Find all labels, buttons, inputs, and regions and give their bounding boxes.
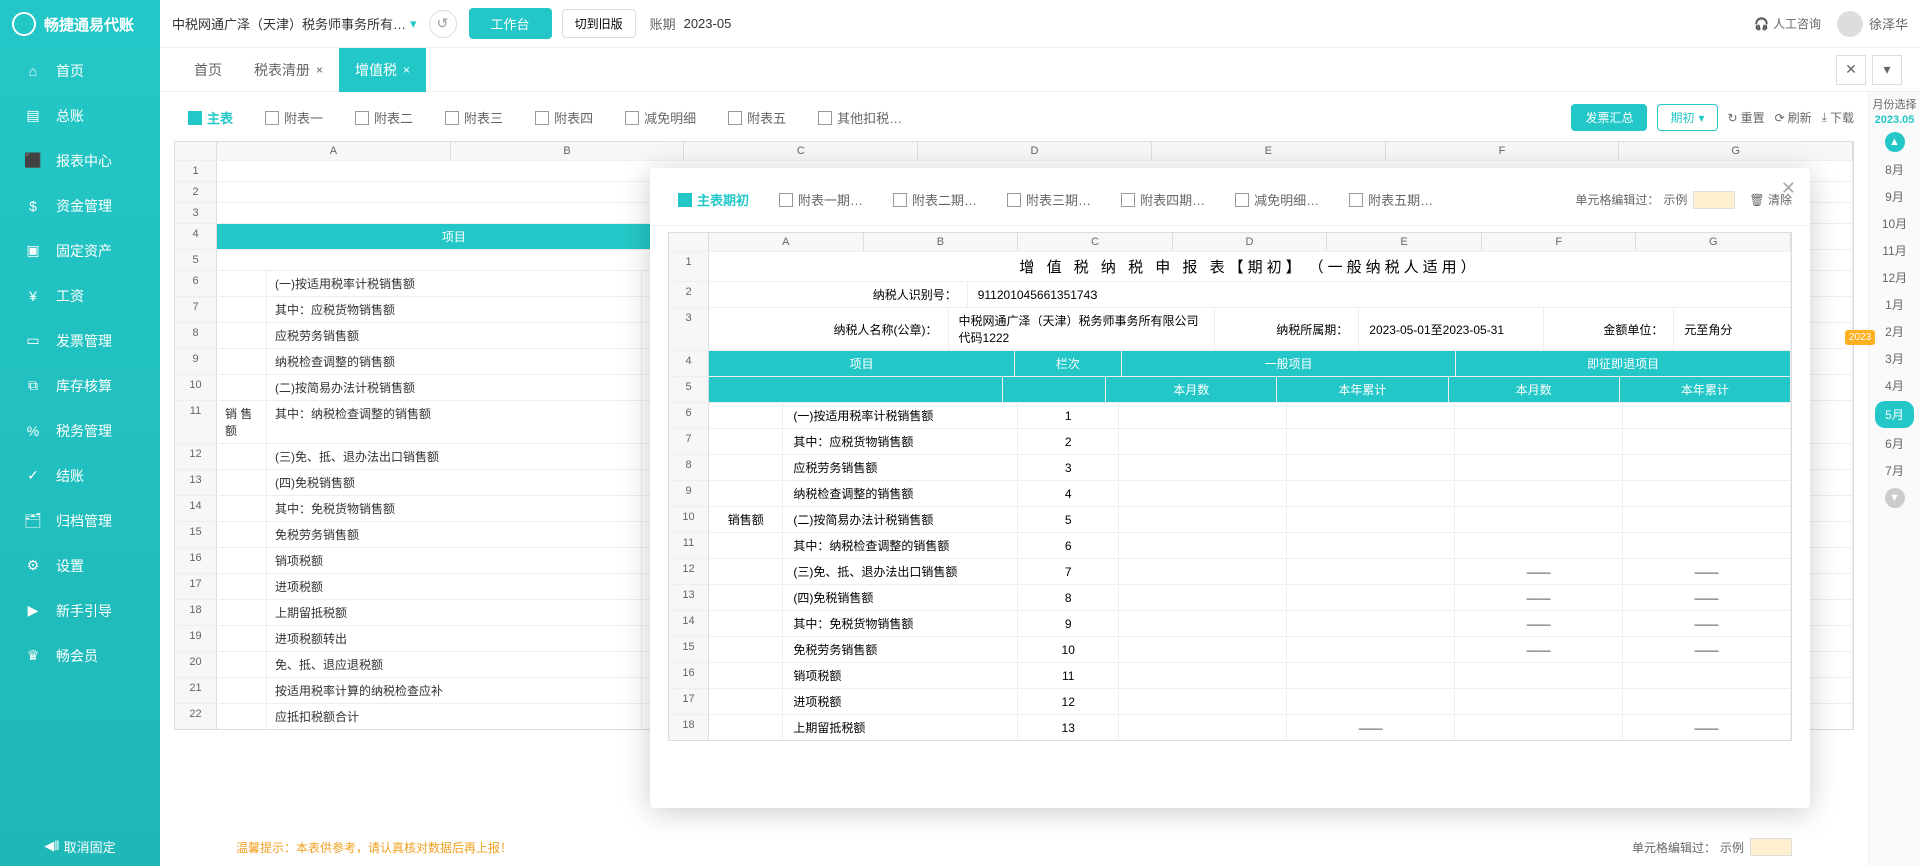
nav-总账[interactable]: ▤总账: [0, 93, 160, 138]
row-label: 其中：应税货物销售额: [783, 429, 1018, 454]
row-label: 销项税额: [783, 663, 1018, 688]
brand-name: 畅捷通易代账: [44, 14, 134, 35]
row-label: (二)按简易办法计税销售额: [783, 507, 1018, 532]
nav-报表中心[interactable]: ⬛报表中心: [0, 138, 160, 183]
table-row: 15 免税劳务销售额 10 —— ——: [669, 636, 1791, 662]
taxpayer-id: 91120104566135174З: [968, 282, 1791, 307]
modal-grid: ABCDEFG 1增 值 税 纳 税 申 报 表【期初】 （一般纳税人适用） 2…: [668, 232, 1792, 741]
row-label: 纳税检查调整的销售额: [783, 481, 1018, 506]
nav-icon: $: [24, 197, 42, 215]
table-row: 6 (一)按适用税率计税销售额 1: [669, 402, 1791, 428]
taxpayer-name: 中税网通广泽（天津）税务师事务所有限公司代码1222: [949, 308, 1216, 350]
table-row: 17 进项税额 12: [669, 688, 1791, 714]
nav-归档管理[interactable]: 🗂归档管理: [0, 498, 160, 543]
table-row: 10 销售额 (二)按简易办法计税销售额 5: [669, 506, 1791, 532]
table-row: 18 上期留抵税额 13 —— ——: [669, 714, 1791, 740]
table-row: 16 销项税额 11: [669, 662, 1791, 688]
sheet-icon: [893, 193, 907, 207]
nav-icon: ¥: [24, 287, 42, 305]
row-label: 其中：纳税检查调整的销售额: [783, 533, 1018, 558]
table-row: 11 其中：纳税检查调整的销售额 6: [669, 532, 1791, 558]
nav-税务管理[interactable]: %税务管理: [0, 408, 160, 453]
nav-icon: ⬛: [24, 152, 42, 170]
nav-工资[interactable]: ¥工资: [0, 273, 160, 318]
logo: 畅捷通易代账: [0, 0, 160, 48]
edited-cell-swatch: [1693, 191, 1735, 209]
nav-icon: ▣: [24, 242, 42, 260]
modal-tab-3[interactable]: 附表三期…: [997, 184, 1101, 215]
logo-icon: [12, 12, 36, 36]
sheet-icon: [1121, 193, 1135, 207]
nav-icon: 🗂: [24, 512, 42, 530]
modal-title: 增 值 税 纳 税 申 报 表【期初】 （一般纳税人适用）: [709, 252, 1791, 281]
table-row: 9 纳税检查调整的销售额 4: [669, 480, 1791, 506]
nav-icon: ▤: [24, 107, 42, 125]
row-label: 其中：免税货物销售额: [783, 611, 1018, 636]
table-row: 14 其中：免税货物销售额 9 —— ——: [669, 610, 1791, 636]
nav-资金管理[interactable]: $资金管理: [0, 183, 160, 228]
table-row: 8 应税劳务销售额 3: [669, 454, 1791, 480]
nav-icon: ⧉: [24, 377, 42, 395]
nav-icon: ✓: [24, 467, 42, 485]
row-label: 免税劳务销售额: [783, 637, 1018, 662]
nav-新手引导[interactable]: ▶新手引导: [0, 588, 160, 633]
modal-tab-2[interactable]: 附表二期…: [883, 184, 987, 215]
unpin-button[interactable]: ◀‖ 取消固定: [0, 826, 160, 866]
initial-period-modal: ✕ 主表期初附表一期…附表二期…附表三期…附表四期…减免明细…附表五期… 单元格…: [650, 168, 1810, 808]
nav-结账[interactable]: ✓结账: [0, 453, 160, 498]
nav-icon: %: [24, 422, 42, 440]
modal-tab-6[interactable]: 附表五期…: [1339, 184, 1443, 215]
modal-tab-4[interactable]: 附表四期…: [1111, 184, 1215, 215]
nav-设置[interactable]: ⚙设置: [0, 543, 160, 588]
nav-icon: ▭: [24, 332, 42, 350]
row-label: (一)按适用税率计税销售额: [783, 403, 1018, 428]
sheet-icon: [678, 193, 692, 207]
nav-icon: ⚙: [24, 557, 42, 575]
nav-icon: ♛: [24, 647, 42, 665]
row-label: (三)免、抵、退办法出口销售额: [783, 559, 1018, 584]
row-label: 应税劳务销售额: [783, 455, 1018, 480]
row-label: (四)免税销售额: [783, 585, 1018, 610]
sidebar: 畅捷通易代账 ⌂首页▤总账⬛报表中心$资金管理▣固定资产¥工资▭发票管理⧉库存核…: [0, 0, 160, 866]
table-row: 12 (三)免、抵、退办法出口销售额 7 —— ——: [669, 558, 1791, 584]
sheet-icon: [1349, 193, 1363, 207]
table-row: 13 (四)免税销售额 8 —— ——: [669, 584, 1791, 610]
nav-发票管理[interactable]: ▭发票管理: [0, 318, 160, 363]
nav-icon: ⌂: [24, 62, 42, 80]
row-label: 上期留抵税额: [783, 715, 1018, 740]
sheet-icon: [1007, 193, 1021, 207]
sheet-icon: [779, 193, 793, 207]
row-label: 进项税额: [783, 689, 1018, 714]
nav-首页[interactable]: ⌂首页: [0, 48, 160, 93]
nav-库存核算[interactable]: ⧉库存核算: [0, 363, 160, 408]
modal-tab-5[interactable]: 减免明细…: [1225, 184, 1329, 215]
table-row: 7 其中：应税货物销售额 2: [669, 428, 1791, 454]
modal-tab-0[interactable]: 主表期初: [668, 184, 759, 215]
sheet-icon: [1235, 193, 1249, 207]
close-icon[interactable]: ✕: [1781, 178, 1796, 199]
nav-固定资产[interactable]: ▣固定资产: [0, 228, 160, 273]
nav-畅会员[interactable]: ♛畅会员: [0, 633, 160, 678]
nav-icon: ▶: [24, 602, 42, 620]
modal-tab-1[interactable]: 附表一期…: [769, 184, 873, 215]
tax-period: 2023-05-01至2023-05-31: [1359, 308, 1544, 350]
